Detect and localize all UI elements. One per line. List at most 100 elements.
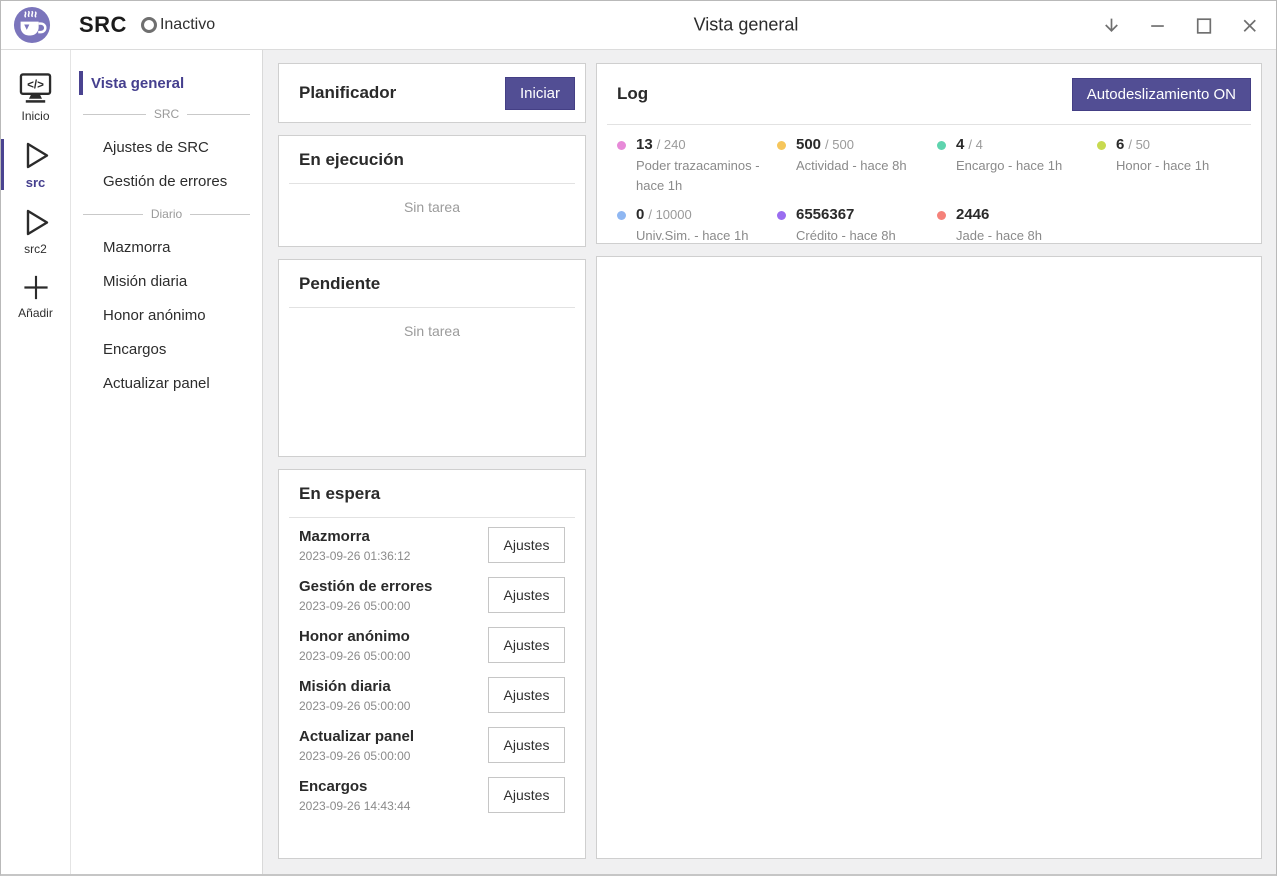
- task-time: 2023-09-26 05:00:00: [299, 648, 411, 663]
- log-title: Log: [617, 84, 649, 103]
- log-stat: 4/ 4 Encargo - hace 1h: [937, 136, 1087, 196]
- task-time: 2023-09-26 01:36:12: [299, 548, 411, 563]
- waiting-title: En espera: [299, 483, 381, 503]
- status-indicator: Inactivo: [140, 16, 216, 34]
- divider-line: [83, 113, 146, 115]
- nav-item-mision-diaria[interactable]: Misión diaria: [71, 264, 262, 298]
- window-controls: [1088, 1, 1272, 49]
- maximize-button[interactable]: [1180, 1, 1226, 49]
- minimize-icon: [1150, 24, 1164, 27]
- rail-item-src2[interactable]: src2: [1, 198, 70, 264]
- stat-label: Crédito - hace 8h: [796, 228, 896, 244]
- nav-section-diario: Diario: [83, 198, 250, 230]
- divider-line: [190, 213, 250, 215]
- task-info: Actualizar panel 2023-09-26 05:00:00: [299, 728, 414, 763]
- nav-item-mazmorra[interactable]: Mazmorra: [71, 230, 262, 264]
- pending-card: Pendiente Sin tarea: [278, 259, 586, 457]
- stat-total: / 10000: [648, 207, 692, 223]
- rail-item-inicio[interactable]: </> Inicio: [1, 63, 70, 131]
- app-name: SRC: [79, 12, 127, 37]
- task-settings-button[interactable]: Ajustes: [488, 777, 565, 813]
- log-stat: 0/ 10000 Univ.Sim. - hace 1h: [617, 206, 767, 246]
- stat-color-dot: [617, 211, 626, 221]
- rail-item-label: src2: [24, 242, 47, 256]
- stat-total: / 500: [825, 137, 854, 152]
- rail-item-label: Inicio: [21, 109, 50, 123]
- stat-label: Poder trazacaminos - hace 1h: [636, 158, 760, 194]
- task-row: Gestión de errores 2023-09-26 05:00:00 A…: [299, 570, 565, 620]
- stat-color-dot: [1097, 141, 1106, 150]
- nav-item-gestion-de-errores[interactable]: Gestión de errores: [71, 164, 262, 198]
- close-button[interactable]: [1226, 1, 1272, 49]
- status-ring-icon: [140, 17, 157, 33]
- stat-value: 500: [796, 136, 822, 153]
- task-info: Gestión de errores 2023-09-26 05:00:00: [299, 578, 432, 613]
- log-output-panel: [596, 256, 1262, 859]
- stat-color-dot: [937, 141, 946, 150]
- log-card: Log Autodeslizamiento ON 13/ 240 Poder t…: [596, 63, 1262, 244]
- play-icon: [26, 142, 48, 169]
- stat-value: 0: [636, 206, 645, 224]
- stat-value: 2446: [956, 206, 990, 224]
- status-label: Inactivo: [159, 16, 216, 33]
- task-name: Encargos: [299, 777, 368, 795]
- start-button[interactable]: Iniciar: [504, 76, 575, 110]
- stat-color-dot: [617, 141, 626, 150]
- code-monitor-icon: </>: [19, 73, 52, 103]
- nav-panel: Vista general SRC Ajustes de SRC Gestión…: [71, 50, 263, 874]
- icon-rail: </> Inicio src src2 Añadir: [1, 50, 71, 874]
- close-icon: [1243, 19, 1256, 32]
- nav-item-ajustes-de-src[interactable]: Ajustes de SRC: [71, 130, 262, 164]
- stat-label: Actividad - hace 8h: [796, 158, 907, 173]
- task-name: Actualizar panel: [299, 727, 415, 745]
- minimize-button[interactable]: [1134, 1, 1180, 49]
- rail-item-src[interactable]: src: [1, 131, 70, 198]
- task-time: 2023-09-26 05:00:00: [299, 748, 411, 763]
- nav-section-label: Diario: [150, 207, 183, 221]
- stat-label: Univ.Sim. - hace 1h: [636, 228, 749, 244]
- task-name: Mazmorra: [299, 527, 370, 545]
- log-stat: 6/ 50 Honor - hace 1h: [1097, 136, 1247, 196]
- rail-item-label: Añadir: [18, 306, 53, 320]
- nav-item-vista-general[interactable]: Vista general: [71, 68, 262, 98]
- app-logo-icon: [13, 6, 51, 44]
- maximize-icon: [1196, 17, 1211, 34]
- main-content: Planificador Iniciar En ejecución Sin ta…: [263, 50, 1276, 874]
- nav-item-actualizar-panel[interactable]: Actualizar panel: [71, 366, 262, 400]
- task-settings-button[interactable]: Ajustes: [488, 727, 565, 763]
- pending-title: Pendiente: [299, 273, 381, 293]
- rail-item-label: src: [25, 175, 46, 190]
- stat-value: 4: [956, 136, 965, 153]
- task-row: Encargos 2023-09-26 14:43:44 Ajustes: [299, 770, 565, 820]
- divider-line: [83, 213, 143, 215]
- nav-item-encargos[interactable]: Encargos: [71, 332, 262, 366]
- log-stat: 6556367 Crédito - hace 8h: [777, 206, 927, 246]
- scheduler-card: Planificador Iniciar: [278, 63, 586, 123]
- task-row: Mazmorra 2023-09-26 01:36:12 Ajustes: [299, 520, 565, 570]
- app-window: SRC Inactivo Vista general </> Inicio sr…: [0, 0, 1277, 876]
- log-stats: 13/ 240 Poder trazacaminos - hace 1h 500…: [597, 125, 1261, 246]
- task-name: Honor anónimo: [299, 627, 410, 645]
- running-title: En ejecución: [299, 149, 404, 169]
- stat-label: Honor - hace 1h: [1116, 158, 1210, 173]
- task-info: Encargos 2023-09-26 14:43:44: [299, 778, 410, 813]
- task-time: 2023-09-26 14:43:44: [299, 798, 411, 813]
- scheduler-title: Planificador: [299, 83, 397, 102]
- task-settings-button[interactable]: Ajustes: [488, 677, 565, 713]
- arrow-down-icon: [1104, 18, 1118, 32]
- hide-button[interactable]: [1088, 1, 1134, 49]
- nav-section-label: SRC: [153, 107, 180, 121]
- stat-label: Jade - hace 8h: [956, 228, 1043, 244]
- stat-value: 6: [1116, 136, 1125, 153]
- task-settings-button[interactable]: Ajustes: [488, 527, 565, 563]
- rail-item-anadir[interactable]: Añadir: [1, 264, 70, 328]
- autoscroll-button[interactable]: Autodeslizamiento ON: [1071, 77, 1251, 111]
- play-icon: [26, 209, 48, 236]
- nav-item-honor-anonimo[interactable]: Honor anónimo: [71, 298, 262, 332]
- task-row: Actualizar panel 2023-09-26 05:00:00 Aju…: [299, 720, 565, 770]
- task-settings-button[interactable]: Ajustes: [488, 627, 565, 663]
- stat-total: / 50: [1128, 137, 1151, 152]
- nav-section-src: SRC: [83, 98, 250, 130]
- task-settings-button[interactable]: Ajustes: [488, 577, 565, 613]
- task-name: Misión diaria: [299, 677, 391, 695]
